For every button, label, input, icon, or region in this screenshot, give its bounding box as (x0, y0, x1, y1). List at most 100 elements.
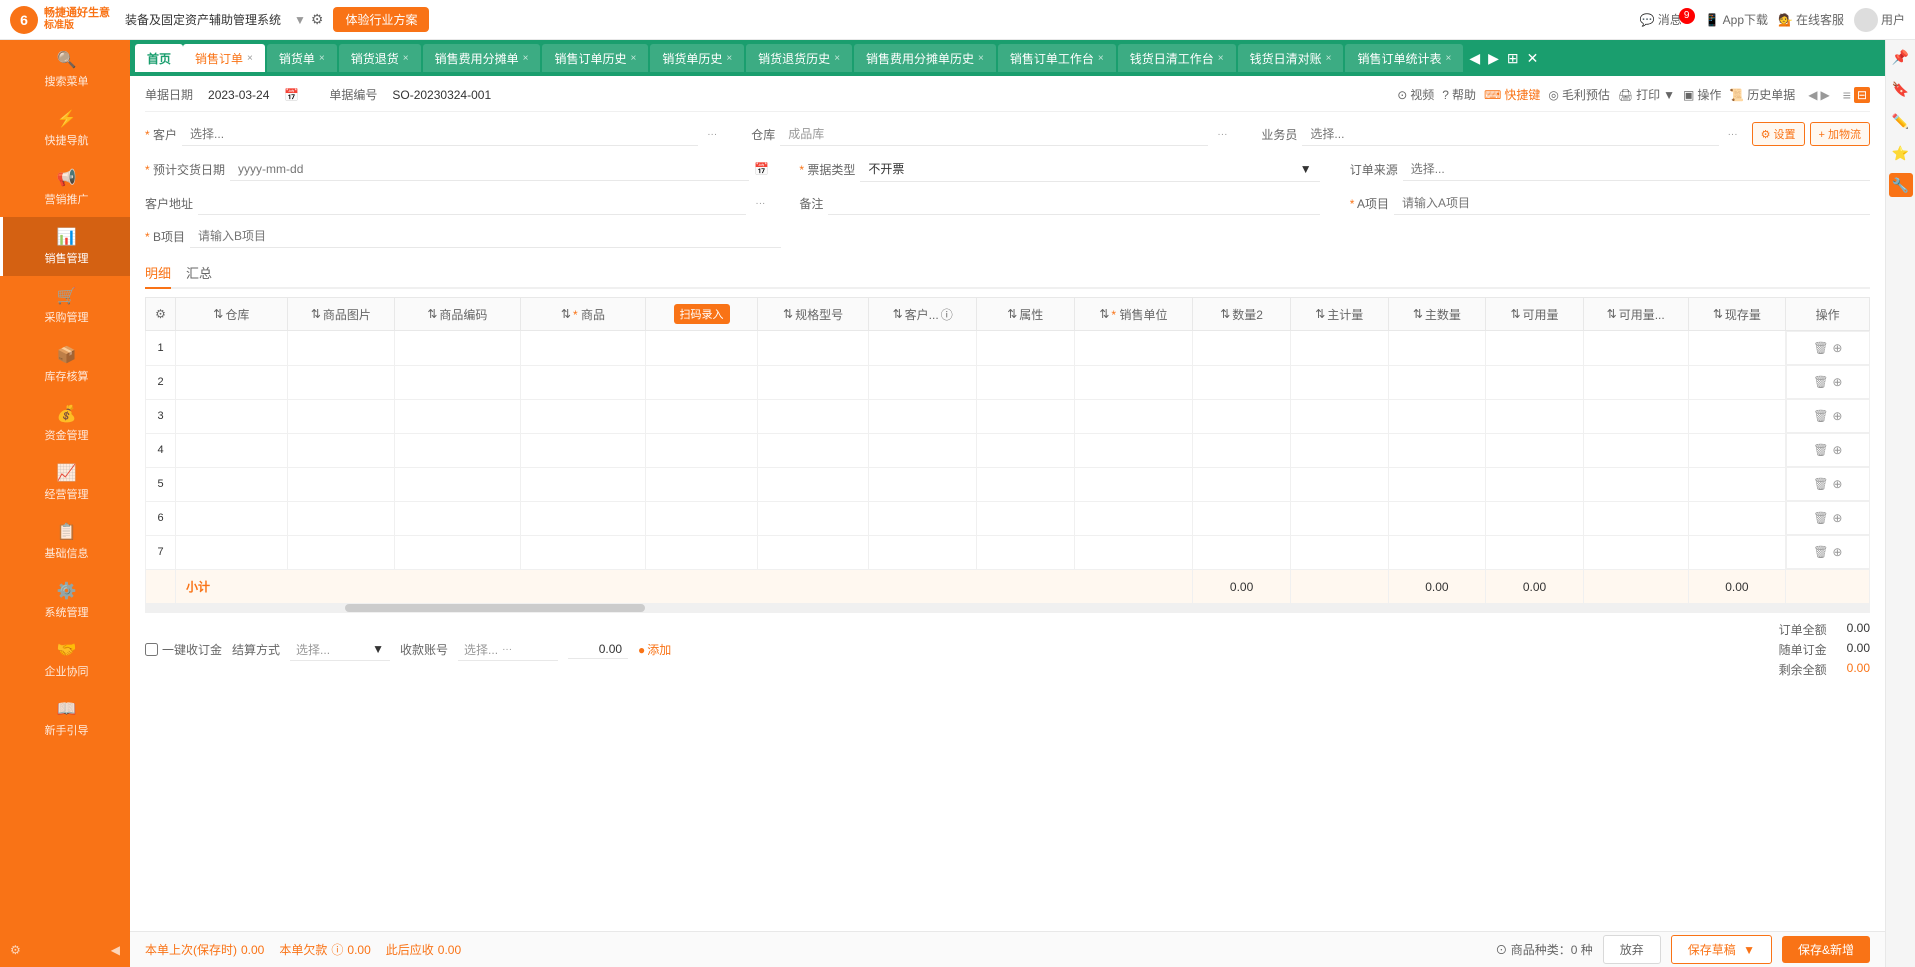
row-2-copy-icon[interactable]: ⊕ (1832, 375, 1842, 389)
row-7-copy-icon[interactable]: ⊕ (1832, 545, 1842, 559)
row-4-current[interactable] (1688, 433, 1786, 467)
row-1-customer-code[interactable] (869, 331, 977, 366)
customer-more-btn[interactable]: ··· (703, 129, 721, 140)
discard-button[interactable]: 放弃 (1603, 935, 1661, 964)
row-4-qty2[interactable] (1193, 433, 1291, 467)
row-6-image[interactable] (287, 501, 395, 535)
tab-order-stats[interactable]: 销售订单统计表 × (1345, 44, 1463, 72)
row-2-main-unit[interactable] (1290, 365, 1388, 399)
row-1-attr[interactable] (976, 331, 1074, 366)
row-1-main-unit[interactable] (1290, 331, 1388, 366)
row-3-operate[interactable]: 🗑 ⊕ (1786, 399, 1869, 433)
row-3-copy-icon[interactable]: ⊕ (1832, 409, 1842, 423)
row-3-main-unit[interactable] (1290, 399, 1388, 433)
row-5-operate[interactable]: 🗑 ⊕ (1786, 467, 1869, 501)
tab-close-goods-bill-history[interactable]: × (726, 53, 732, 64)
add-goods-btn[interactable]: + 加物流 (1810, 122, 1870, 146)
operate-btn[interactable]: ▣ 操作 (1683, 86, 1721, 103)
settings-icon[interactable]: ⚙ (311, 11, 324, 28)
salesman-more-btn[interactable]: ··· (1724, 129, 1742, 140)
salesman-input[interactable] (1302, 123, 1718, 146)
sidebar-item-enterprise[interactable]: 🤝 企业协同 (0, 630, 130, 689)
beta-button[interactable]: 体验行业方案 (333, 7, 429, 32)
row-1-unit[interactable] (1074, 331, 1193, 366)
date-value[interactable]: 2023-03-24 (208, 88, 269, 102)
row-4-copy-icon[interactable]: ⊕ (1832, 443, 1842, 457)
th-current[interactable]: ⇅现存量 (1688, 298, 1786, 331)
row-6-current[interactable] (1688, 501, 1786, 535)
row-4-spec[interactable] (757, 433, 869, 467)
row-1-delete-icon[interactable]: 🗑 (1813, 341, 1828, 355)
row-6-warehouse[interactable] (176, 501, 288, 535)
row-3-attr[interactable] (976, 399, 1074, 433)
tab-close-order-workbench[interactable]: × (1098, 53, 1104, 64)
row-2-spec[interactable] (757, 365, 869, 399)
row-5-delete-icon[interactable]: 🗑 (1813, 477, 1828, 491)
row-7-unit[interactable] (1074, 535, 1193, 570)
tab-goods-return-history[interactable]: 销货退货历史 × (746, 44, 852, 72)
th-attr[interactable]: ⇅属性 (976, 298, 1074, 331)
row-6-qty2[interactable] (1193, 501, 1291, 535)
sidebar-item-inventory[interactable]: 📦 库存核算 (0, 335, 130, 394)
remark-input[interactable] (828, 192, 1319, 215)
row-5-main-unit[interactable] (1290, 467, 1388, 501)
row-1-available2[interactable] (1583, 331, 1688, 366)
row-2-current[interactable] (1688, 365, 1786, 399)
row-3-qty2[interactable] (1193, 399, 1291, 433)
row-7-code[interactable] (395, 535, 521, 570)
list-view-icon[interactable]: ≡ (1843, 87, 1851, 103)
sidebar-collapse-icon[interactable]: ◀ (111, 943, 120, 957)
th-spec[interactable]: ⇅规格型号 (757, 298, 869, 331)
tab-close-all[interactable]: ✕ (1523, 50, 1543, 67)
th-code[interactable]: ⇅商品编码 (395, 298, 521, 331)
right-icon-4[interactable]: ⭐ (1889, 141, 1913, 165)
row-6-delete-icon[interactable]: 🗑 (1813, 511, 1828, 525)
sidebar-item-shortcut[interactable]: ⚡ 快捷导航 (0, 99, 130, 158)
customer-input[interactable] (182, 123, 698, 146)
row-4-attr[interactable] (976, 433, 1074, 467)
th-image[interactable]: ⇅商品图片 (287, 298, 395, 331)
row-5-available2[interactable] (1583, 467, 1688, 501)
row-4-available[interactable] (1486, 433, 1584, 467)
row-5-copy-icon[interactable]: ⊕ (1832, 477, 1842, 491)
th-main-unit[interactable]: ⇅主计量 (1290, 298, 1388, 331)
th-unit[interactable]: ⇅销售单位 (1074, 298, 1193, 331)
grid-view-icon[interactable]: ⊟ (1854, 87, 1870, 103)
row-5-attr[interactable] (976, 467, 1074, 501)
address-more-btn[interactable]: ··· (751, 198, 769, 209)
row-6-available2[interactable] (1583, 501, 1688, 535)
row-4-code[interactable] (395, 433, 521, 467)
row-7-spec[interactable] (757, 535, 869, 570)
row-5-current[interactable] (1688, 467, 1786, 501)
tab-next[interactable]: ▶ (1484, 50, 1503, 67)
tab-daily-workbench[interactable]: 钱货日清工作台 × (1118, 44, 1236, 72)
row-1-available[interactable] (1486, 331, 1584, 366)
one-click-checkbox-input[interactable] (145, 643, 158, 656)
row-6-spec[interactable] (757, 501, 869, 535)
row-5-main-qty[interactable] (1388, 467, 1486, 501)
a-project-input[interactable] (1394, 192, 1870, 215)
warehouse-input[interactable] (780, 123, 1208, 146)
tab-close-goods-return[interactable]: × (403, 53, 409, 64)
th-available2[interactable]: ⇅可用量... (1583, 298, 1688, 331)
row-1-name[interactable] (520, 331, 646, 366)
row-6-main-unit[interactable] (1290, 501, 1388, 535)
tab-close-sales-order[interactable]: × (247, 53, 253, 64)
tab-expense-history[interactable]: 销售费用分摊单历史 × (854, 44, 996, 72)
th-settings[interactable]: ⚙ (146, 298, 176, 331)
print-btn[interactable]: 🖨 打印 ▼ (1618, 86, 1675, 103)
help-btn[interactable]: ? 帮助 (1442, 86, 1476, 103)
row-3-available[interactable] (1486, 399, 1584, 433)
tab-goods-return[interactable]: 销货退货 × (339, 44, 421, 72)
add-payment-btn[interactable]: ● 添加 (638, 641, 671, 658)
app-download-button[interactable]: 📱 App下载 (1705, 11, 1768, 28)
row-3-main-qty[interactable] (1388, 399, 1486, 433)
row-7-operate[interactable]: 🗑 ⊕ (1786, 535, 1869, 569)
tab-close-goods-return-history[interactable]: × (834, 53, 840, 64)
row-5-customer-code[interactable] (869, 467, 977, 501)
row-5-unit[interactable] (1074, 467, 1193, 501)
tab-close-daily-workbench[interactable]: × (1218, 53, 1224, 64)
th-main-qty[interactable]: ⇅主数量 (1388, 298, 1486, 331)
row-6-customer-code[interactable] (869, 501, 977, 535)
row-4-image[interactable] (287, 433, 395, 467)
